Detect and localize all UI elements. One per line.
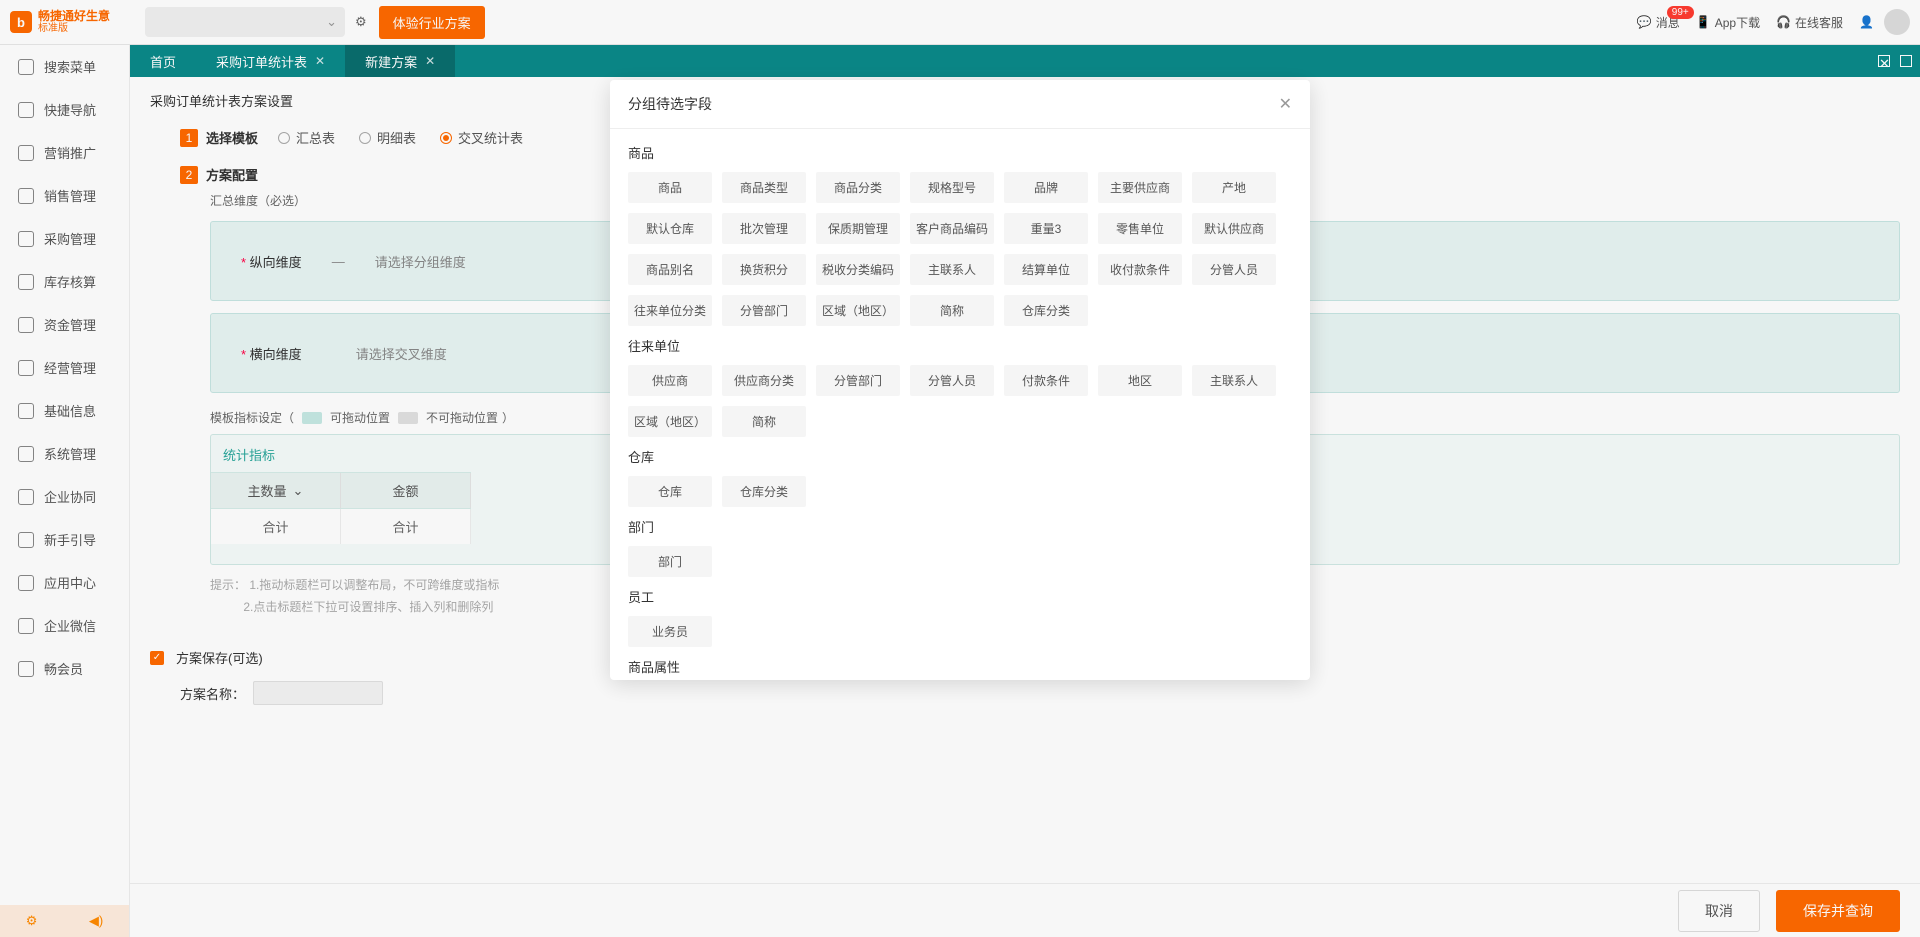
field-chip[interactable]: 付款条件	[1004, 365, 1088, 396]
field-chip[interactable]: 客户商品编码	[910, 213, 994, 244]
modal-group-title: 部门	[628, 517, 1292, 536]
modal-group-title: 往来单位	[628, 336, 1292, 355]
field-chip[interactable]: 区域（地区）	[816, 295, 900, 326]
field-picker-modal: 分组待选字段 ✕ 商品商品商品类型商品分类规格型号品牌主要供应商产地默认仓库批次…	[610, 80, 1310, 680]
field-chip[interactable]: 简称	[910, 295, 994, 326]
field-chip[interactable]: 规格型号	[910, 172, 994, 203]
field-chip[interactable]: 主要供应商	[1098, 172, 1182, 203]
field-chip[interactable]: 商品别名	[628, 254, 712, 285]
field-chip[interactable]: 主联系人	[910, 254, 994, 285]
modal-header: 分组待选字段 ✕	[610, 80, 1310, 129]
field-chip[interactable]: 部门	[628, 546, 712, 577]
field-chip[interactable]: 批次管理	[722, 213, 806, 244]
field-chip[interactable]: 商品分类	[816, 172, 900, 203]
modal-body[interactable]: 商品商品商品类型商品分类规格型号品牌主要供应商产地默认仓库批次管理保质期管理客户…	[610, 129, 1310, 680]
modal-chip-row: 业务员	[628, 616, 1292, 647]
modal-backdrop: 分组待选字段 ✕ 商品商品商品类型商品分类规格型号品牌主要供应商产地默认仓库批次…	[0, 0, 1920, 937]
field-chip[interactable]: 保质期管理	[816, 213, 900, 244]
field-chip[interactable]: 往来单位分类	[628, 295, 712, 326]
field-chip[interactable]: 仓库分类	[1004, 295, 1088, 326]
field-chip[interactable]: 简称	[722, 406, 806, 437]
modal-title: 分组待选字段	[628, 94, 712, 114]
modal-chip-row: 供应商供应商分类分管部门分管人员付款条件地区主联系人区域（地区） 简称	[628, 365, 1292, 437]
field-chip[interactable]: 分管人员	[910, 365, 994, 396]
field-chip[interactable]: 收付款条件	[1098, 254, 1182, 285]
modal-group-title: 员工	[628, 587, 1292, 606]
field-chip[interactable]: 仓库	[628, 476, 712, 507]
field-chip[interactable]: 产地	[1192, 172, 1276, 203]
field-chip[interactable]: 换货积分	[722, 254, 806, 285]
modal-chip-row: 仓库仓库分类	[628, 476, 1292, 507]
modal-chip-row: 商品商品类型商品分类规格型号品牌主要供应商产地默认仓库批次管理保质期管理客户商品…	[628, 172, 1292, 326]
field-chip[interactable]: 供应商	[628, 365, 712, 396]
field-chip[interactable]: 商品	[628, 172, 712, 203]
field-chip[interactable]: 分管人员	[1192, 254, 1276, 285]
field-chip[interactable]: 结算单位	[1004, 254, 1088, 285]
field-chip[interactable]: 地区	[1098, 365, 1182, 396]
field-chip[interactable]: 仓库分类	[722, 476, 806, 507]
field-chip[interactable]: 默认供应商	[1192, 213, 1276, 244]
field-chip[interactable]: 分管部门	[816, 365, 900, 396]
field-chip[interactable]: 默认仓库	[628, 213, 712, 244]
modal-group-title: 商品	[628, 143, 1292, 162]
field-chip[interactable]: 零售单位	[1098, 213, 1182, 244]
field-chip[interactable]: 品牌	[1004, 172, 1088, 203]
modal-group-title: 商品属性	[628, 657, 1292, 676]
modal-chip-row: 部门	[628, 546, 1292, 577]
field-chip[interactable]: 业务员	[628, 616, 712, 647]
field-chip[interactable]: 供应商分类	[722, 365, 806, 396]
field-chip[interactable]: 商品类型	[722, 172, 806, 203]
modal-group-title: 仓库	[628, 447, 1292, 466]
field-chip[interactable]: 主联系人	[1192, 365, 1276, 396]
field-chip[interactable]: 重量3	[1004, 213, 1088, 244]
close-icon[interactable]: ✕	[1279, 94, 1292, 114]
field-chip[interactable]: 区域（地区）	[628, 406, 712, 437]
field-chip[interactable]: 分管部门	[722, 295, 806, 326]
field-chip[interactable]: 税收分类编码	[816, 254, 900, 285]
